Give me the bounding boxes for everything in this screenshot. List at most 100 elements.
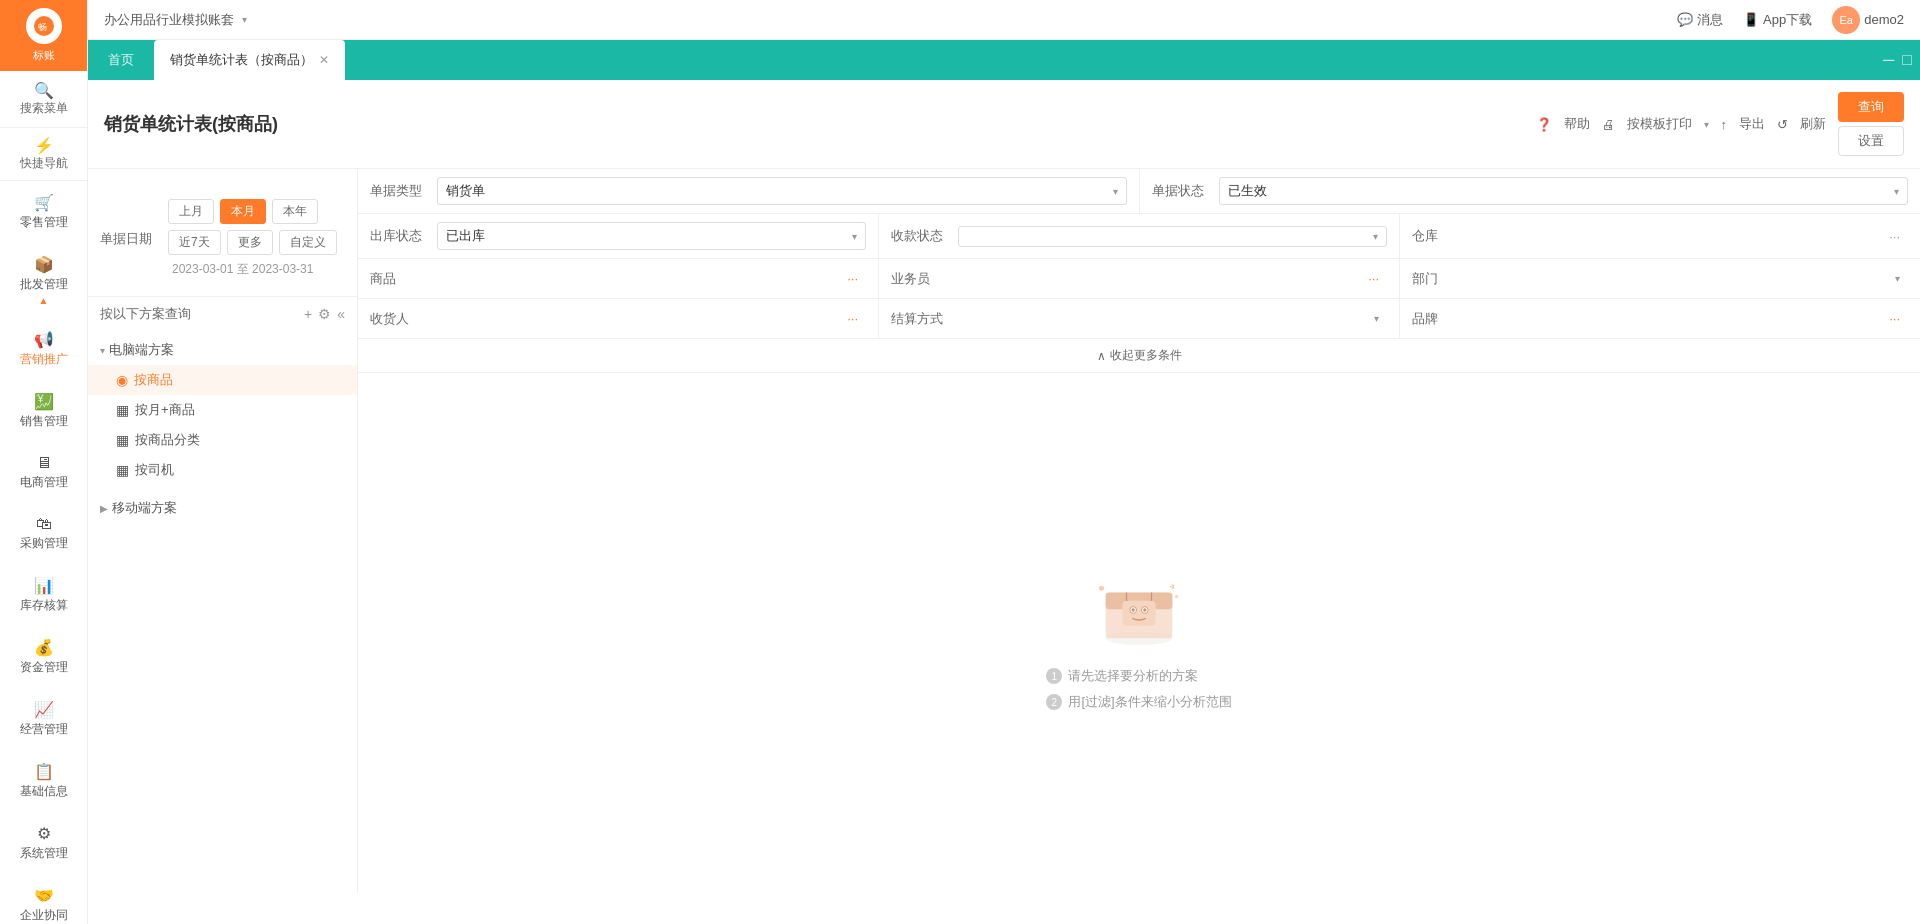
- svg-point-11: [1175, 595, 1178, 598]
- goods-input[interactable]: ···: [437, 267, 866, 290]
- panel-title: 按以下方案查询: [100, 305, 191, 323]
- goods-label: 商品: [370, 270, 425, 288]
- storage-input[interactable]: ···: [1479, 225, 1908, 248]
- date-label: 单据日期: [100, 230, 160, 248]
- svg-point-8: [1131, 608, 1134, 611]
- print-btn[interactable]: 🖨 按模板打印 ▾: [1602, 115, 1709, 133]
- sidebar-item-retail[interactable]: 🛒 零售管理: [0, 181, 87, 243]
- filter-row-2: 出库状态 已出库 ▾ 收款状态 ▾: [358, 214, 1920, 259]
- message-label: 消息: [1697, 11, 1723, 29]
- print-arrow: ▾: [1704, 119, 1709, 130]
- query-button[interactable]: 查询: [1838, 92, 1904, 122]
- export-icon: ↑: [1721, 117, 1728, 132]
- user-menu[interactable]: Ea demo2: [1832, 6, 1904, 34]
- export-btn[interactable]: ↑ 导出: [1721, 115, 1766, 133]
- filter-row-1: 单据类型 销货单 ▾ 单据状态 已生效 ▾: [358, 169, 1920, 214]
- salesman-input[interactable]: ···: [958, 267, 1387, 290]
- date-this-month-btn[interactable]: 本月: [220, 199, 266, 224]
- purchase-icon: 🛍: [36, 515, 52, 533]
- sidebar-item-purchase[interactable]: 🛍 采购管理: [0, 503, 87, 564]
- panel-item-by-category[interactable]: ▦ 按商品分类: [88, 425, 357, 455]
- tab-bar: 首页 销货单统计表（按商品） ✕ ─ □: [88, 40, 1920, 80]
- warehouse-field: 出库状态 已出库 ▾: [358, 214, 879, 258]
- print-icon: 🖨: [1602, 117, 1615, 132]
- date-filter-row: 单据日期 上月 本月 本年 近7天 更多 自定义 2023-03-01 至 20…: [100, 189, 345, 288]
- empty-state: 1 请先选择要分析的方案 2 用[过滤]条件来缩小分析范围: [1046, 555, 1231, 711]
- filter-row-4: 收货人 ··· 结算方式 ▾: [358, 299, 1920, 339]
- sidebar-quicknav[interactable]: ⚡ 快捷导航: [0, 128, 87, 181]
- sidebar-item-enterprise[interactable]: 🤝 企业协同: [0, 874, 87, 924]
- warehouse-select[interactable]: 已出库 ▾: [437, 222, 866, 250]
- tab-sales-stats[interactable]: 销货单统计表（按商品） ✕: [154, 40, 345, 80]
- sidebar-item-operations[interactable]: 📈 经营管理: [0, 688, 87, 750]
- by-product-label: 按商品: [134, 371, 173, 389]
- by-month-label: 按月+商品: [135, 401, 195, 419]
- tab-close-icon[interactable]: ✕: [319, 53, 329, 67]
- brand-input[interactable]: ···: [1479, 307, 1908, 330]
- desktop-section-header[interactable]: ▾ 电脑端方案: [88, 335, 357, 365]
- type-label: 单据类型: [370, 182, 425, 200]
- industry-label[interactable]: 办公用品行业模拟账套: [104, 11, 234, 29]
- department-select[interactable]: ▾: [1479, 269, 1908, 288]
- help-btn[interactable]: ❓ 帮助: [1536, 115, 1590, 133]
- recipient-input[interactable]: ···: [437, 307, 866, 330]
- date-this-year-btn[interactable]: 本年: [272, 199, 318, 224]
- wholesale-icon: 📦: [34, 255, 54, 274]
- sidebar-item-sales[interactable]: 💹 销售管理: [0, 380, 87, 442]
- date-more-btn[interactable]: 更多: [227, 230, 273, 255]
- filter-grid-area: 单据类型 销货单 ▾ 单据状态 已生效 ▾: [358, 169, 1920, 373]
- tab-maximize-btn[interactable]: □: [1902, 51, 1912, 69]
- date-7days-btn[interactable]: 近7天: [168, 230, 221, 255]
- mobile-section-header[interactable]: ▶ 移动端方案: [88, 493, 357, 523]
- settings-button[interactable]: 设置: [1838, 126, 1904, 156]
- industry-dropdown-arrow[interactable]: ▾: [242, 14, 247, 25]
- svg-rect-5: [1122, 601, 1155, 626]
- sidebar-item-inventory[interactable]: 📊 库存核算: [0, 564, 87, 626]
- tab-minimize-btn[interactable]: ─: [1883, 51, 1894, 69]
- mobile-section: ▶ 移动端方案: [88, 489, 357, 527]
- collapse-bar[interactable]: ∧ 收起更多条件: [358, 339, 1920, 373]
- warehouse-label: 出库状态: [370, 227, 425, 245]
- recipient-field: 收货人 ···: [358, 299, 879, 338]
- settlement-arrow: ▾: [1374, 313, 1379, 324]
- marketing-icon: 📢: [34, 330, 54, 349]
- right-panel: 单据类型 销货单 ▾ 单据状态 已生效 ▾: [358, 169, 1920, 893]
- sidebar-item-finance[interactable]: 💰 资金管理: [0, 626, 87, 688]
- panel-settings-btn[interactable]: ⚙: [318, 306, 331, 322]
- sidebar-search[interactable]: 🔍 查询 搜索菜单: [0, 71, 87, 128]
- print-label: 按模板打印: [1627, 115, 1692, 133]
- goods-field: 商品 ···: [358, 259, 879, 298]
- panel-item-by-product[interactable]: ◉ 按商品: [88, 365, 357, 395]
- status-select[interactable]: 已生效 ▾: [1219, 177, 1909, 205]
- tip-2-num: 2: [1046, 694, 1062, 710]
- tab-home[interactable]: 首页: [88, 40, 154, 80]
- by-category-icon: ▦: [116, 432, 129, 448]
- sidebar-item-system[interactable]: ⚙ 系统管理: [0, 812, 87, 874]
- date-last-month-btn[interactable]: 上月: [168, 199, 214, 224]
- salesman-field: 业务员 ···: [879, 259, 1400, 298]
- panel-item-by-month-product[interactable]: ▦ 按月+商品: [88, 395, 357, 425]
- sidebar-item-ecommerce[interactable]: 🖥 电商管理: [0, 442, 87, 503]
- payment-arrow: ▾: [1373, 231, 1378, 242]
- sidebar-item-wholesale[interactable]: 📦 批发管理 ▲: [0, 243, 87, 318]
- settlement-label: 结算方式: [891, 310, 946, 328]
- message-btn[interactable]: 💬 消息: [1677, 11, 1723, 29]
- panel-collapse-btn[interactable]: «: [337, 306, 345, 322]
- type-select[interactable]: 销货单 ▾: [437, 177, 1127, 205]
- sidebar-item-marketing[interactable]: 📢 营销推广: [0, 318, 87, 380]
- desktop-section: ▾ 电脑端方案 ◉ 按商品 ▦ 按月+商品 ▦: [88, 331, 357, 489]
- avatar: Ea: [1832, 6, 1860, 34]
- payment-label: 收款状态: [891, 227, 946, 245]
- date-custom-btn[interactable]: 自定义: [279, 230, 337, 255]
- desktop-section-label: 电脑端方案: [109, 341, 174, 359]
- payment-select[interactable]: ▾: [958, 226, 1387, 247]
- app-download-btn[interactable]: 📱 App下载: [1743, 11, 1812, 29]
- panel-add-btn[interactable]: +: [304, 306, 312, 322]
- page-actions: ❓ 帮助 🖨 按模板打印 ▾ ↑ 导出 ↺ 刷新 查询: [1536, 92, 1905, 156]
- refresh-btn[interactable]: ↺ 刷新: [1777, 115, 1826, 133]
- sidebar-item-basic[interactable]: 📋 基础信息: [0, 750, 87, 812]
- refresh-label: 刷新: [1800, 115, 1826, 133]
- settlement-select[interactable]: ▾: [958, 309, 1387, 328]
- panel-item-by-cashier[interactable]: ▦ 按司机: [88, 455, 357, 485]
- status-field: 单据状态 已生效 ▾: [1140, 169, 1921, 213]
